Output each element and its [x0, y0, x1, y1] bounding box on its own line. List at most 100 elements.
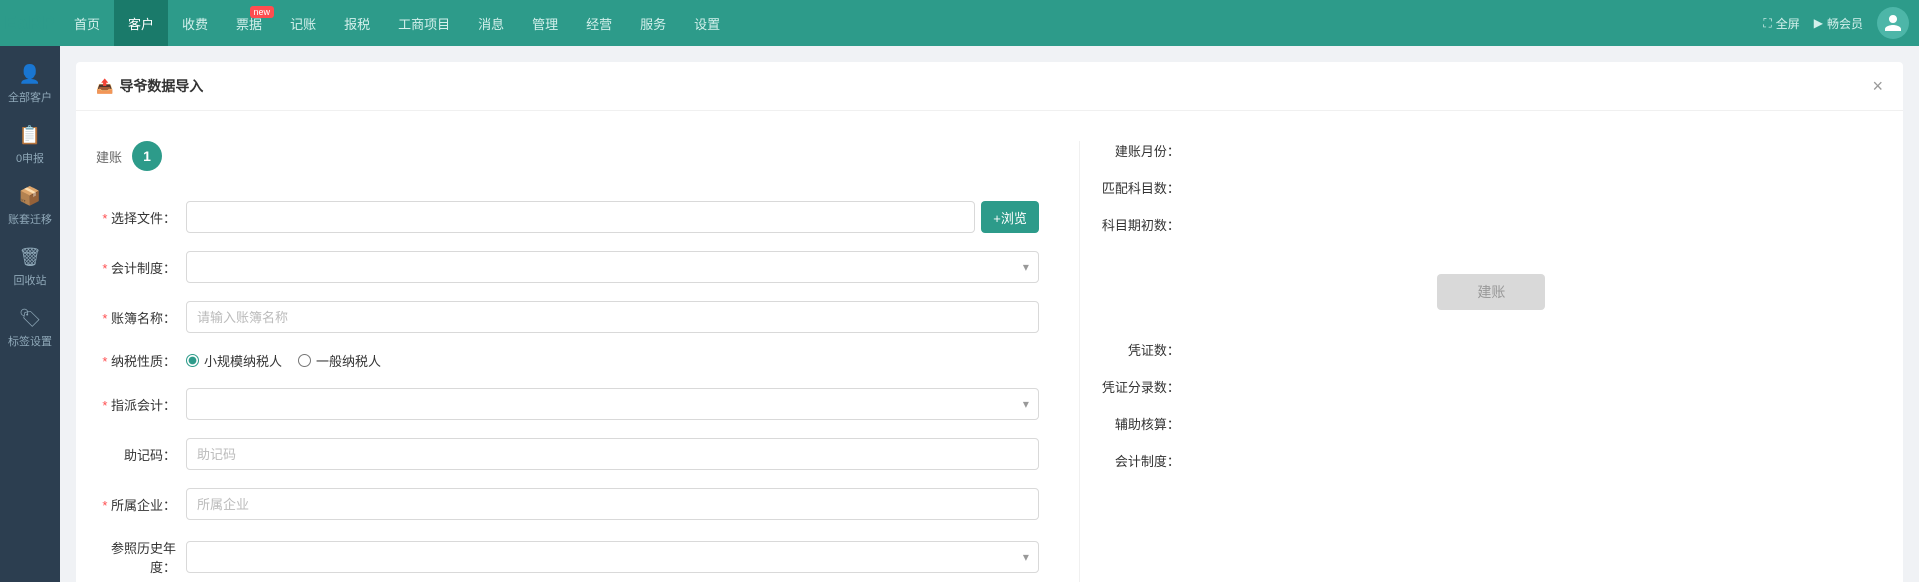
top-navigation: EaRP 首页客户收费票据new记账报税工商项目消息管理经营服务设置 ⛶ 全屏 … — [0, 0, 1919, 46]
account-migration-icon: 📦 — [19, 186, 41, 207]
form-left: 建账 1 * 选择文件： +浏览 — [96, 141, 1079, 582]
nav-item-记账[interactable]: 记账 — [276, 0, 330, 46]
sidebar-item-all-clients[interactable]: 👤 全部客户 — [2, 56, 58, 113]
sidebar-item-label-recycle: 回收站 — [14, 272, 47, 288]
voucher-count-label: 凭证数： — [1100, 340, 1190, 359]
nav-item-设置[interactable]: 设置 — [680, 0, 734, 46]
nav-item-服务[interactable]: 服务 — [626, 0, 680, 46]
assign-accountant-label: * 指派会计： — [96, 395, 186, 414]
sidebar-item-tag-settings[interactable]: 🏷 标签设置 — [2, 300, 58, 357]
ledger-name-label: * 账簿名称： — [96, 308, 186, 327]
panel-title-text: 导爷数据导入 — [119, 76, 203, 96]
play-icon: ▶ — [1814, 16, 1823, 30]
small-scale-label: 小规模纳税人 — [204, 351, 282, 370]
general-taxpayer-radio[interactable] — [298, 354, 311, 367]
right-accounting-system-label: 会计制度： — [1100, 451, 1190, 470]
auxiliary-accounting-label: 辅助核算： — [1100, 414, 1190, 433]
step-circle: 1 — [132, 141, 162, 171]
affiliated-company-label: * 所属企业： — [96, 495, 186, 514]
assign-accountant-row: * 指派会计： — [96, 388, 1039, 420]
nav-item-收费[interactable]: 收费 — [168, 0, 222, 46]
form-right: 建账月份： 匹配科目数： 科目期初数： 建账 — [1079, 141, 1883, 582]
file-input-group: +浏览 — [186, 201, 1039, 233]
file-input[interactable] — [186, 201, 975, 233]
nav-item-报税[interactable]: 报税 — [330, 0, 384, 46]
general-taxpayer-option[interactable]: 一般纳税人 — [298, 351, 381, 370]
import-icon: 📤 — [96, 78, 113, 95]
subject-opening-row: 科目期初数： — [1100, 215, 1883, 234]
memo-code-label: 助记码： — [96, 445, 186, 464]
reference-year-select[interactable] — [186, 541, 1039, 573]
small-scale-taxpayer-option[interactable]: 小规模纳税人 — [186, 351, 282, 370]
affiliated-company-input[interactable] — [186, 488, 1039, 520]
nav-badge-票据: new — [250, 6, 275, 18]
affiliated-company-row: * 所属企业： — [96, 488, 1039, 520]
sidebar-item-account-migration[interactable]: 📦 账套迁移 — [2, 178, 58, 235]
match-subjects-row: 匹配科目数： — [1100, 178, 1883, 197]
sidebar-item-label-all-clients: 全部客户 — [8, 89, 52, 105]
select-file-label: * 选择文件： — [96, 208, 186, 227]
vip-label: 畅会员 — [1827, 15, 1863, 32]
reference-year-row: 参照历史年度： — [96, 538, 1039, 576]
form-panel-header: 📤 导爷数据导入 × — [76, 62, 1903, 111]
ledger-name-input[interactable] — [186, 301, 1039, 333]
recycle-icon: 🗑 — [19, 247, 42, 268]
sidebar-item-label-declaration: 0申报 — [16, 150, 44, 166]
memo-code-row: 助记码： — [96, 438, 1039, 470]
voucher-count-row: 凭证数： — [1100, 340, 1883, 359]
accounting-system-label: * 会计制度： — [96, 258, 186, 277]
match-subjects-label: 匹配科目数： — [1100, 178, 1190, 197]
ledger-name-row: * 账簿名称： — [96, 301, 1039, 333]
form-body: 建账 1 * 选择文件： +浏览 — [76, 111, 1903, 582]
step-indicator: 建账 1 — [96, 141, 1039, 171]
user-icon — [1883, 13, 1903, 33]
nav-item-消息[interactable]: 消息 — [464, 0, 518, 46]
nav-item-工商项目[interactable]: 工商项目 — [384, 0, 464, 46]
sidebar: 👤 全部客户 📋 0申报 📦 账套迁移 🗑 回收站 🏷 标签设置 — [0, 46, 60, 582]
main-layout: 👤 全部客户 📋 0申报 📦 账套迁移 🗑 回收站 🏷 标签设置 📤 导爷数据导… — [0, 46, 1919, 582]
accounting-system-wrapper — [186, 251, 1039, 283]
build-btn-wrapper: 建账 — [1100, 254, 1883, 310]
fullscreen-label: 全屏 — [1776, 15, 1800, 32]
nav-item-客户[interactable]: 客户 — [114, 0, 168, 46]
build-month-row: 建账月份： — [1100, 141, 1883, 160]
subject-opening-label: 科目期初数： — [1100, 215, 1190, 234]
logo-text: EaRP — [4, 13, 55, 34]
voucher-entries-row: 凭证分录数： — [1100, 377, 1883, 396]
tag-settings-icon: 🏷 — [19, 308, 42, 329]
voucher-entries-label: 凭证分录数： — [1100, 377, 1190, 396]
all-clients-icon: 👤 — [19, 64, 41, 85]
close-button[interactable]: × — [1872, 77, 1883, 95]
nav-item-经营[interactable]: 经营 — [572, 0, 626, 46]
nav-item-管理[interactable]: 管理 — [518, 0, 572, 46]
assign-accountant-wrapper — [186, 388, 1039, 420]
select-file-row: * 选择文件： +浏览 — [96, 201, 1039, 233]
nav-item-票据[interactable]: 票据new — [222, 0, 276, 46]
memo-code-input[interactable] — [186, 438, 1039, 470]
content-area: 📤 导爷数据导入 × 建账 1 * 选择文件： — [60, 46, 1919, 582]
accounting-system-row: * 会计制度： — [96, 251, 1039, 283]
fullscreen-btn[interactable]: ⛶ 全屏 — [1763, 15, 1799, 32]
step-label: 建账 — [96, 147, 122, 166]
tax-nature-row: * 纳税性质： 小规模纳税人 一般纳税人 — [96, 351, 1039, 370]
right-accounting-system-row: 会计制度： — [1100, 451, 1883, 470]
assign-accountant-select[interactable] — [186, 388, 1039, 420]
build-button[interactable]: 建账 — [1437, 274, 1545, 310]
small-scale-radio[interactable] — [186, 354, 199, 367]
form-panel: 📤 导爷数据导入 × 建账 1 * 选择文件： — [76, 62, 1903, 582]
browse-button[interactable]: +浏览 — [981, 201, 1039, 233]
nav-item-首页[interactable]: 首页 — [60, 0, 114, 46]
vip-btn[interactable]: ▶ 畅会员 — [1814, 15, 1863, 32]
sidebar-item-declaration[interactable]: 📋 0申报 — [2, 117, 58, 174]
reference-year-wrapper — [186, 541, 1039, 573]
general-taxpayer-label: 一般纳税人 — [316, 351, 381, 370]
tax-nature-radio-group: 小规模纳税人 一般纳税人 — [186, 351, 1039, 370]
sidebar-item-recycle[interactable]: 🗑 回收站 — [2, 239, 58, 296]
accounting-system-select[interactable] — [186, 251, 1039, 283]
nav-items: 首页客户收费票据new记账报税工商项目消息管理经营服务设置 — [60, 0, 1763, 46]
app-logo[interactable]: EaRP — [10, 3, 50, 43]
reference-year-label: 参照历史年度： — [96, 538, 186, 576]
auxiliary-accounting-row: 辅助核算： — [1100, 414, 1883, 433]
fullscreen-icon: ⛶ — [1763, 16, 1771, 31]
user-avatar[interactable] — [1877, 7, 1909, 39]
